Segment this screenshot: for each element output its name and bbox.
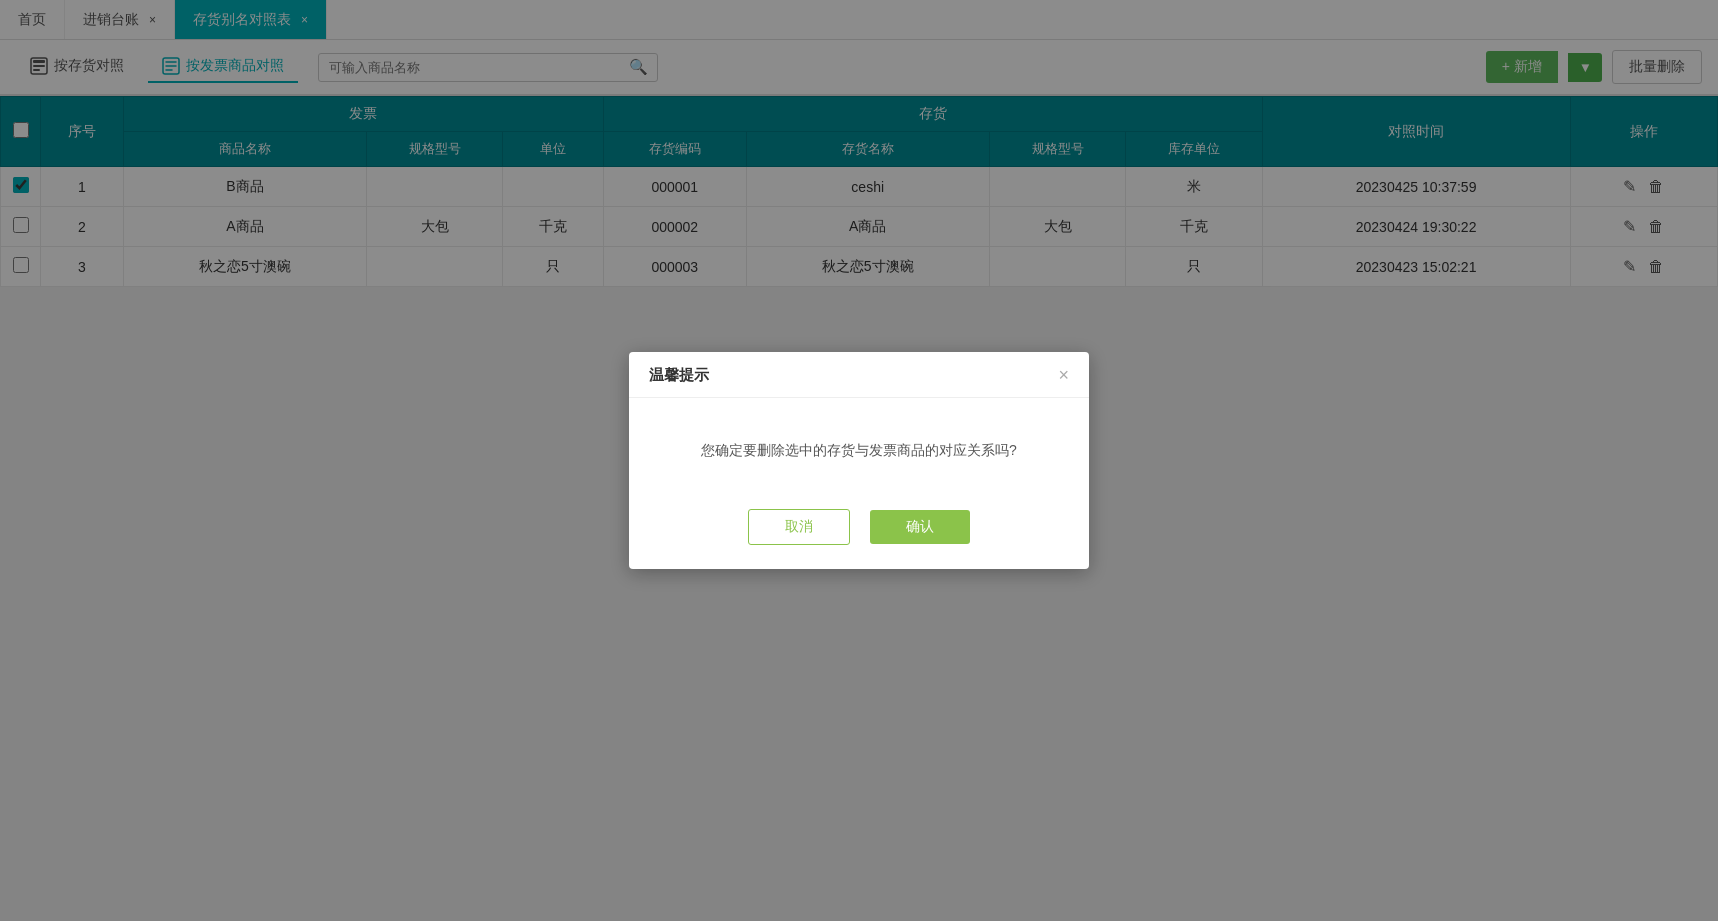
modal-overlay: 温馨提示 × 您确定要删除选中的存货与发票商品的对应关系吗? 取消 确认	[0, 0, 1718, 287]
